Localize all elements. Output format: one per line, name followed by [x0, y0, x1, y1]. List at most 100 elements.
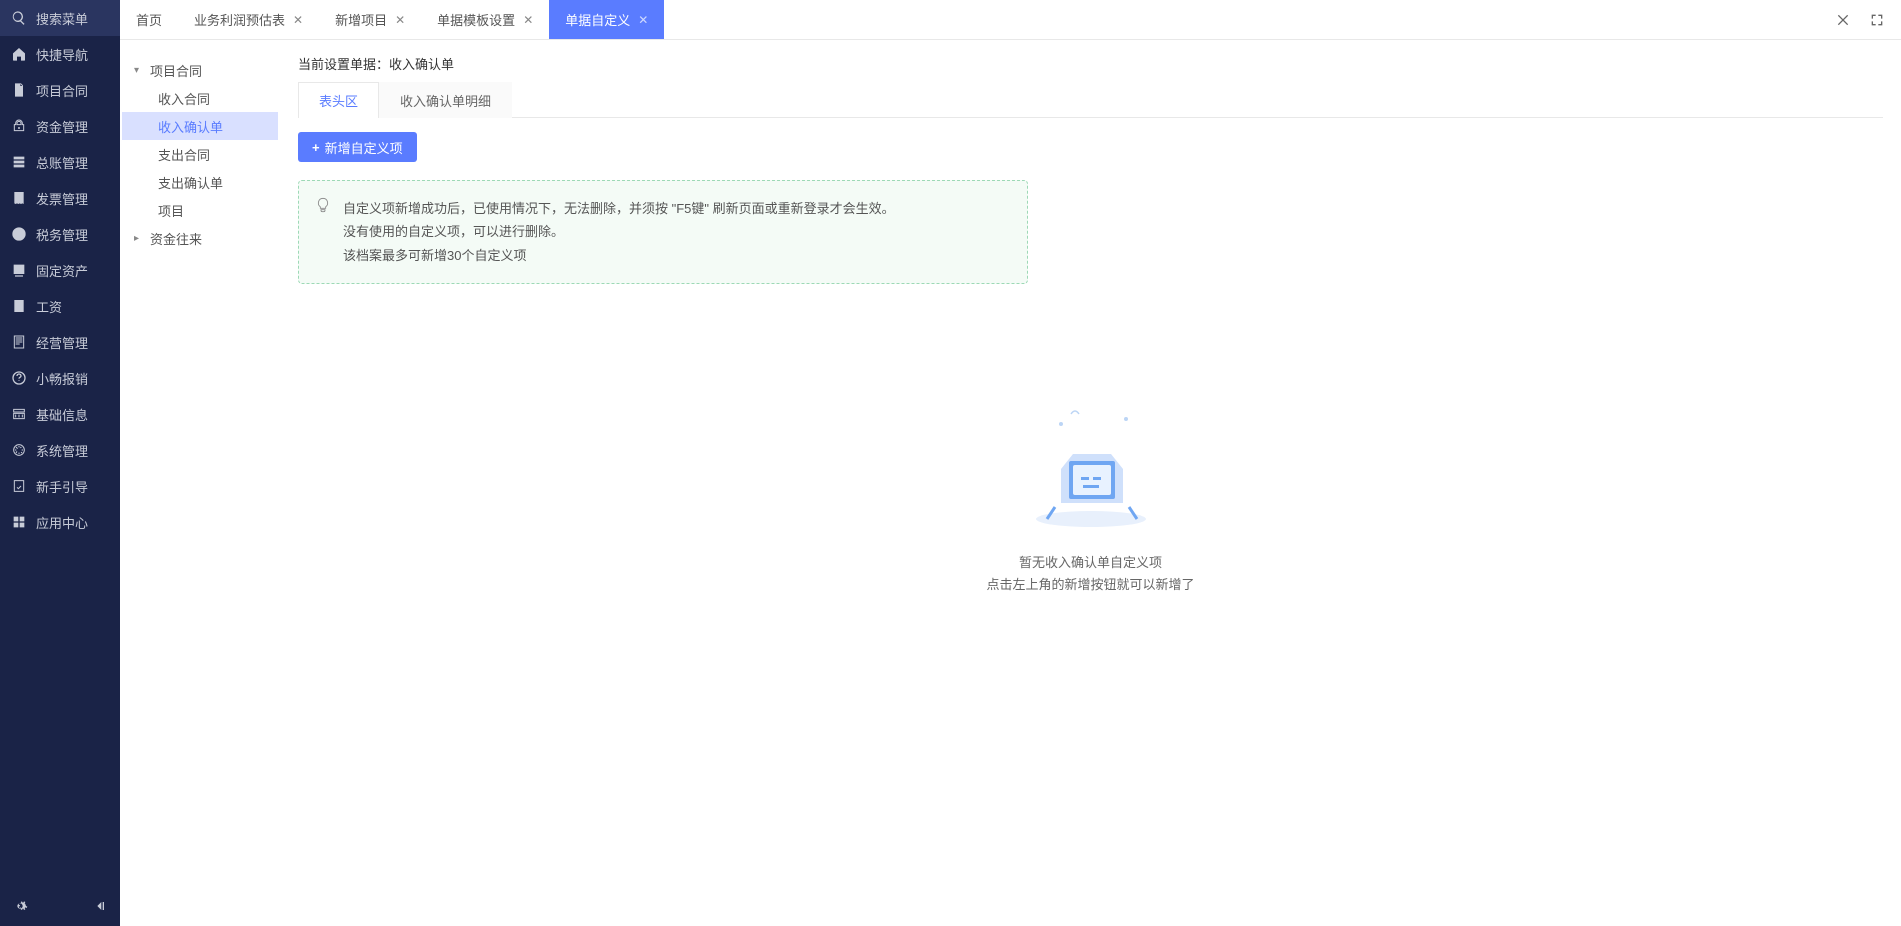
hint-line-2: 没有使用的自定义项，可以进行删除。	[343, 220, 1007, 243]
sidebar-bottom	[0, 890, 120, 926]
search-icon	[10, 9, 28, 27]
search-menu[interactable]: 搜索菜单	[0, 0, 120, 36]
app-root: 搜索菜单 快捷导航项目合同资金管理总账管理发票管理税务管理固定资产工资经营管理小…	[0, 0, 1901, 926]
asset-icon	[10, 261, 28, 279]
tree-panel: ▾ 项目合同收入合同收入确认单支出合同支出确认单项目 ▸ 资金往来	[120, 40, 280, 926]
tax-icon	[10, 225, 28, 243]
tree-child-0-3[interactable]: 支出确认单	[122, 168, 278, 196]
system-icon	[10, 441, 28, 459]
bulb-icon	[315, 197, 331, 220]
tree-child-0-1[interactable]: 收入确认单	[122, 112, 278, 140]
close-all-tabs-icon[interactable]	[1831, 8, 1855, 32]
sidebar-item-asset[interactable]: 固定资产	[0, 252, 120, 288]
tab-label: 单据自定义	[565, 10, 630, 29]
collapse-sidebar-icon[interactable]	[92, 898, 108, 918]
fullscreen-icon[interactable]	[1865, 8, 1889, 32]
sidebar-item-label: 发票管理	[36, 189, 88, 208]
sidebar-item-biz[interactable]: 经营管理	[0, 324, 120, 360]
current-doc-value: 收入确认单	[389, 57, 454, 72]
sidebar-item-label: 固定资产	[36, 261, 88, 280]
chevron-right-icon: ▸	[134, 233, 146, 244]
current-doc-label: 当前设置单据：	[298, 57, 389, 72]
tree-child-label: 支出确认单	[158, 173, 223, 192]
content: ▾项目合同收入合同收入确认单支出合同支出确认单项目▸资金往来 当前设置单据：收入…	[120, 40, 1901, 926]
sidebar-item-label: 基础信息	[36, 405, 88, 424]
tab-3[interactable]: 单据模板设置 ✕	[421, 0, 549, 39]
hint-content: 自定义项新增成功后，已使用情况下，无法删除，并须按 "F5键" 刷新页面或重新登…	[319, 197, 1007, 267]
add-button-label: 新增自定义项	[325, 138, 403, 157]
sidebar-item-fund[interactable]: 资金管理	[0, 108, 120, 144]
tabs-bar: 首页业务利润预估表 ✕ 新增项目 ✕ 单据模板设置 ✕ 单据自定义 ✕	[120, 0, 1901, 40]
sub-tabs: 表头区 收入确认单明细	[298, 81, 1883, 118]
hint-line-1: 自定义项新增成功后，已使用情况下，无法删除，并须按 "F5键" 刷新页面或重新登…	[343, 197, 1007, 220]
tab-label: 业务利润预估表	[194, 10, 285, 29]
tree-child-0-2[interactable]: 支出合同	[122, 140, 278, 168]
sidebar-item-nav[interactable]: 快捷导航	[0, 36, 120, 72]
sidebar-item-guide[interactable]: 新手引导	[0, 468, 120, 504]
sidebar-item-apps[interactable]: 应用中心	[0, 504, 120, 540]
empty-line-2: 点击左上角的新增按钮就可以新增了	[298, 574, 1883, 596]
tab-1[interactable]: 业务利润预估表 ✕	[178, 0, 319, 39]
tabs-list: 首页业务利润预估表 ✕ 新增项目 ✕ 单据模板设置 ✕ 单据自定义 ✕	[120, 0, 1819, 39]
sidebar: 搜索菜单 快捷导航项目合同资金管理总账管理发票管理税务管理固定资产工资经营管理小…	[0, 0, 120, 926]
tree-child-label: 支出合同	[158, 145, 210, 164]
settings-icon[interactable]	[12, 898, 28, 918]
fund-icon	[10, 117, 28, 135]
salary-icon	[10, 297, 28, 315]
tab-2[interactable]: 新增项目 ✕	[319, 0, 421, 39]
hint-box: 自定义项新增成功后，已使用情况下，无法删除，并须按 "F5键" 刷新页面或重新登…	[298, 180, 1028, 284]
tab-close-icon[interactable]: ✕	[293, 13, 303, 27]
hint-line-3: 该档案最多可新增30个自定义项	[343, 244, 1007, 267]
tabs-actions	[1819, 0, 1901, 39]
empty-state: 暂无收入确认单自定义项 点击左上角的新增按钮就可以新增了	[298, 394, 1883, 596]
tab-label: 单据模板设置	[437, 10, 515, 29]
tree-child-label: 项目	[158, 201, 184, 220]
tree-child-0-0[interactable]: 收入合同	[122, 84, 278, 112]
tab-0[interactable]: 首页	[120, 0, 178, 39]
sidebar-item-label: 小畅报销	[36, 369, 88, 388]
search-menu-label: 搜索菜单	[36, 9, 88, 28]
sidebar-item-label: 工资	[36, 297, 62, 316]
tree-child-label: 收入确认单	[158, 117, 223, 136]
empty-line-1: 暂无收入确认单自定义项	[298, 552, 1883, 574]
sidebar-item-label: 新手引导	[36, 477, 88, 496]
sub-tab-label: 收入确认单明细	[400, 94, 491, 109]
sub-tab-1[interactable]: 收入确认单明细	[379, 82, 512, 118]
sidebar-item-label: 应用中心	[36, 513, 88, 532]
ledger-icon	[10, 153, 28, 171]
sidebar-item-label: 资金管理	[36, 117, 88, 136]
add-custom-field-button[interactable]: + 新增自定义项	[298, 132, 417, 162]
tree-group-0: ▾ 项目合同收入合同收入确认单支出合同支出确认单项目	[122, 56, 278, 224]
tree-group-label: 资金往来	[150, 229, 202, 248]
sidebar-item-base[interactable]: 基础信息	[0, 396, 120, 432]
expense-icon	[10, 369, 28, 387]
sidebar-item-invoice[interactable]: 发票管理	[0, 180, 120, 216]
tree-group-header[interactable]: ▸ 资金往来	[122, 224, 278, 252]
sidebar-item-label: 快捷导航	[36, 45, 88, 64]
tab-close-icon[interactable]: ✕	[523, 13, 533, 27]
tab-close-icon[interactable]: ✕	[395, 13, 405, 27]
detail-panel: 当前设置单据：收入确认单 表头区 收入确认单明细 + 新增自定义项 自定义项新增成…	[280, 40, 1901, 926]
main: 首页业务利润预估表✕新增项目✕单据模板设置✕单据自定义✕ ▾项目合同收入合同收入…	[120, 0, 1901, 926]
nav-icon	[10, 45, 28, 63]
tree-child-0-4[interactable]: 项目	[122, 196, 278, 224]
sidebar-item-contract[interactable]: 项目合同	[0, 72, 120, 108]
sub-tab-label: 表头区	[319, 94, 358, 109]
tree-group-header[interactable]: ▾ 项目合同	[122, 56, 278, 84]
sidebar-item-expense[interactable]: 小畅报销	[0, 360, 120, 396]
tree-child-label: 收入合同	[158, 89, 210, 108]
current-doc: 当前设置单据：收入确认单	[298, 54, 1883, 73]
tab-label: 新增项目	[335, 10, 387, 29]
tab-close-icon[interactable]: ✕	[638, 13, 648, 27]
tree-group-label: 项目合同	[150, 61, 202, 80]
sidebar-item-system[interactable]: 系统管理	[0, 432, 120, 468]
chevron-down-icon: ▾	[134, 65, 146, 76]
sidebar-item-salary[interactable]: 工资	[0, 288, 120, 324]
sub-tab-0[interactable]: 表头区	[298, 82, 379, 118]
sidebar-item-label: 经营管理	[36, 333, 88, 352]
apps-icon	[10, 513, 28, 531]
sidebar-item-tax[interactable]: 税务管理	[0, 216, 120, 252]
plus-icon: +	[312, 140, 320, 155]
sidebar-item-ledger[interactable]: 总账管理	[0, 144, 120, 180]
tab-4[interactable]: 单据自定义 ✕	[549, 0, 664, 39]
